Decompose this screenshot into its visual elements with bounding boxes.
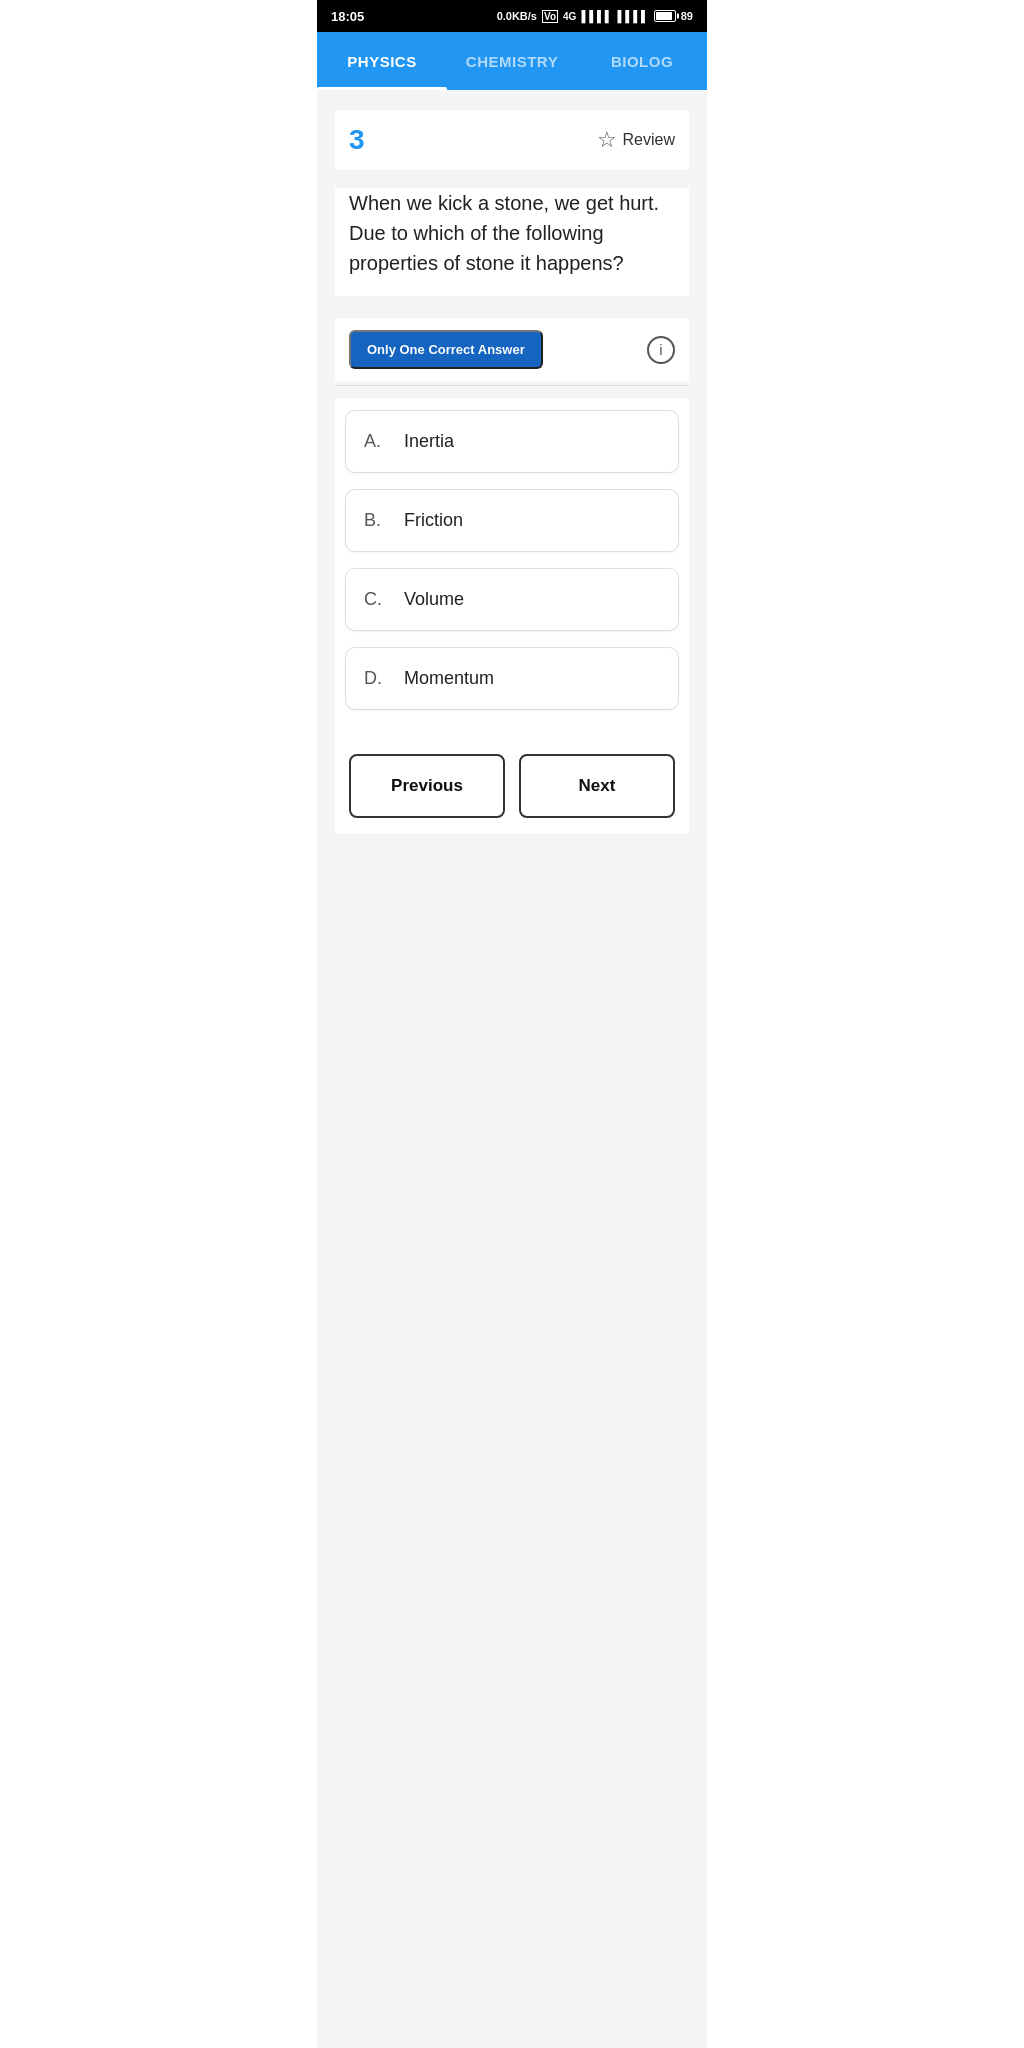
question-text: When we kick a stone, we get hurt. Due t… (335, 188, 689, 296)
status-right: 0.0KB/s Vo 4G ▌▌▌▌ ▌▌▌▌ 89 (497, 10, 693, 23)
option-c-label: C. (364, 589, 386, 610)
option-c-text: Volume (404, 589, 464, 610)
review-label: Review (623, 131, 675, 149)
next-button[interactable]: Next (519, 754, 675, 818)
option-b-label: B. (364, 510, 386, 531)
option-b-text: Friction (404, 510, 463, 531)
vo-icon: Vo (542, 10, 558, 23)
network-speed: 0.0KB/s (497, 10, 537, 22)
tab-biology[interactable]: BIOLOG (577, 32, 707, 90)
option-a-text: Inertia (404, 431, 454, 452)
question-header: 3 ☆ Review (335, 110, 689, 170)
review-button[interactable]: ☆ Review (597, 127, 675, 153)
option-a-label: A. (364, 431, 386, 452)
divider (335, 385, 689, 386)
answer-type-row: Only One Correct Answer i (335, 318, 689, 381)
option-c[interactable]: C. Volume (345, 568, 679, 631)
signal-icon2: ▌▌▌▌ (618, 10, 649, 22)
option-a[interactable]: A. Inertia (345, 410, 679, 473)
previous-button[interactable]: Previous (349, 754, 505, 818)
answer-type-badge[interactable]: Only One Correct Answer (349, 330, 543, 369)
options-area: A. Inertia B. Friction C. Volume D. Mome… (335, 398, 689, 738)
tab-physics[interactable]: PHYSICS (317, 32, 447, 90)
option-d-label: D. (364, 668, 386, 689)
option-d-text: Momentum (404, 668, 494, 689)
battery-percent: 89 (681, 10, 693, 22)
tab-bar: PHYSICS CHEMISTRY BIOLOG (317, 32, 707, 90)
main-content: 3 ☆ Review When we kick a stone, we get … (317, 90, 707, 2048)
tab-chemistry[interactable]: CHEMISTRY (447, 32, 577, 90)
signal-icon1: ▌▌▌▌ (581, 10, 612, 22)
nav-buttons: Previous Next (335, 738, 689, 834)
status-bar: 18:05 0.0KB/s Vo 4G ▌▌▌▌ ▌▌▌▌ 89 (317, 0, 707, 32)
option-b[interactable]: B. Friction (345, 489, 679, 552)
battery-icon (654, 10, 676, 22)
star-icon: ☆ (597, 127, 617, 153)
question-number: 3 (349, 124, 365, 156)
info-icon[interactable]: i (647, 336, 675, 364)
battery-fill (656, 12, 672, 20)
phone-frame: 18:05 0.0KB/s Vo 4G ▌▌▌▌ ▌▌▌▌ 89 PHYSICS… (317, 0, 707, 2048)
4g-icon: 4G (563, 11, 576, 22)
status-time: 18:05 (331, 9, 364, 24)
option-d[interactable]: D. Momentum (345, 647, 679, 710)
